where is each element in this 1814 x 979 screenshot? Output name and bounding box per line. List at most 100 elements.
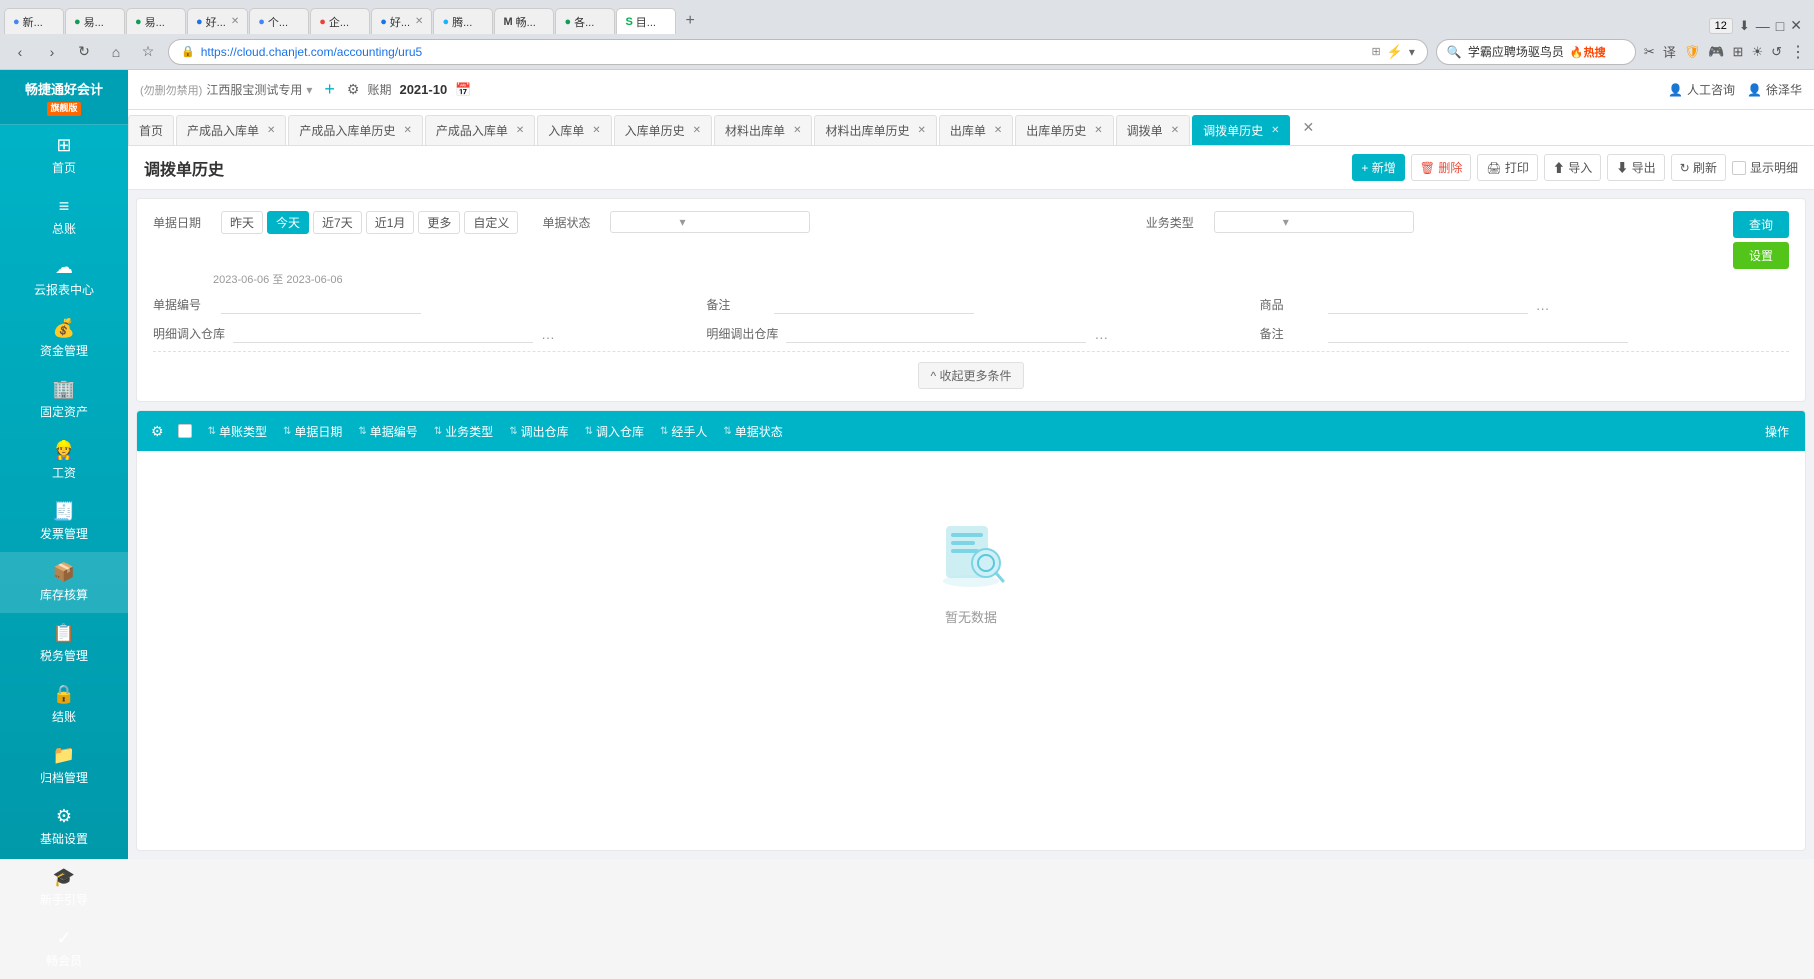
table-settings-icon[interactable]: ⚙: [145, 423, 170, 440]
status-select[interactable]: ▾: [610, 211, 810, 233]
th-type[interactable]: ⇅ 单账类型: [200, 423, 275, 440]
nav-tab-in-close[interactable]: ✕: [592, 125, 600, 136]
export-button[interactable]: ⬇ 导出: [1607, 154, 1664, 181]
user-button[interactable]: 👤 徐泽华: [1747, 81, 1802, 98]
nav-tab-prod-in-close[interactable]: ✕: [267, 125, 275, 136]
sidebar-item-guide[interactable]: 🎓 新手引导: [0, 857, 128, 918]
date-btn-more[interactable]: 更多: [418, 211, 460, 234]
docnum-input[interactable]: [221, 295, 421, 314]
th-date[interactable]: ⇅ 单据日期: [275, 423, 350, 440]
date-btn-custom[interactable]: 自定义: [464, 211, 518, 234]
sidebar-item-member[interactable]: ✓ 畅会员: [0, 918, 128, 979]
back-button[interactable]: ‹: [8, 40, 32, 64]
nav-tab-home[interactable]: 首页: [128, 115, 174, 145]
th-out-warehouse[interactable]: ⇅ 调出仓库: [501, 423, 576, 440]
detail-in-more-icon[interactable]: …: [541, 326, 555, 342]
nav-tab-mat-out-close[interactable]: ✕: [793, 125, 801, 136]
date-btn-yesterday[interactable]: 昨天: [221, 211, 263, 234]
th-status[interactable]: ⇅ 单据状态: [715, 423, 790, 440]
detail-in-input[interactable]: [233, 324, 533, 343]
tab-close-7[interactable]: ✕: [415, 16, 423, 27]
remark2-input[interactable]: [1328, 324, 1628, 343]
nav-tab-mat-out-hist-close[interactable]: ✕: [917, 125, 925, 136]
menu-icon[interactable]: ⋮: [1790, 42, 1806, 62]
nav-tab-mat-out[interactable]: 材料出库单 ✕: [714, 115, 812, 145]
nav-tab-in[interactable]: 入库单 ✕: [537, 115, 611, 145]
query-button[interactable]: 查询: [1733, 211, 1789, 238]
company-select[interactable]: (勿删勿禁用) 江西服宝测试专用 ▾: [140, 81, 312, 98]
browser-tab-7[interactable]: ● 好... ✕: [371, 8, 432, 34]
sidebar-item-assets[interactable]: 🏢 固定资产: [0, 369, 128, 430]
gear-icon[interactable]: ⚙: [347, 81, 360, 98]
sidebar-item-home[interactable]: ⊞ 首页: [0, 125, 128, 186]
sidebar-item-settings[interactable]: ⚙ 基础设置: [0, 796, 128, 857]
nav-tab-out-hist-close[interactable]: ✕: [1094, 125, 1102, 136]
minimize-button[interactable]: —: [1756, 18, 1770, 34]
close-button[interactable]: ✕: [1790, 17, 1802, 34]
tab-close-4[interactable]: ✕: [231, 16, 239, 27]
company-dropdown-icon[interactable]: ▾: [306, 83, 312, 97]
filter-settings-button[interactable]: 设置: [1733, 242, 1789, 269]
nav-tab-prod-in-hist-close[interactable]: ✕: [403, 125, 411, 136]
display-toggle[interactable]: 显示明细: [1732, 159, 1798, 176]
browser-tab-3[interactable]: ● 易...: [126, 8, 186, 34]
browser-tab-8[interactable]: ● 腾...: [433, 8, 493, 34]
delete-button[interactable]: 🗑 删除: [1411, 154, 1472, 181]
biztype-select[interactable]: ▾: [1214, 211, 1414, 233]
browser-tab-5[interactable]: ● 个...: [249, 8, 309, 34]
display-toggle-checkbox[interactable]: [1732, 161, 1746, 175]
sidebar-item-capital[interactable]: 💰 资金管理: [0, 308, 128, 369]
nav-tab-prod-in[interactable]: 产成品入库单 ✕: [176, 115, 286, 145]
th-in-warehouse[interactable]: ⇅ 调入仓库: [577, 423, 652, 440]
nav-tab-prod-in-hist[interactable]: 产成品入库单历史 ✕: [288, 115, 422, 145]
th-biztype[interactable]: ⇅ 业务类型: [426, 423, 501, 440]
new-button[interactable]: + 新增: [1352, 154, 1404, 181]
date-btn-1month[interactable]: 近1月: [366, 211, 415, 234]
import-button[interactable]: ⬆ 导入: [1544, 154, 1601, 181]
home-button[interactable]: ⌂: [104, 40, 128, 64]
goods-input[interactable]: [1328, 295, 1528, 314]
sidebar-item-report[interactable]: ☁ 云报表中心: [0, 247, 128, 308]
nav-tab-mat-out-hist[interactable]: 材料出库单历史 ✕: [814, 115, 936, 145]
detail-out-input[interactable]: [786, 324, 1086, 343]
sidebar-item-invoice[interactable]: 🧾 发票管理: [0, 491, 128, 552]
reload-button[interactable]: ↻: [72, 40, 96, 64]
browser-tab-4[interactable]: ● 好... ✕: [187, 8, 248, 34]
downloads-icon[interactable]: ⬇: [1739, 18, 1750, 34]
service-button[interactable]: 👤 人工咨询: [1668, 81, 1735, 98]
th-num[interactable]: ⇅ 单据编号: [350, 423, 425, 440]
sidebar-item-closing[interactable]: 🔒 结账: [0, 674, 128, 735]
sidebar-item-inventory[interactable]: 📦 库存核算: [0, 552, 128, 613]
collapse-button[interactable]: ^ 收起更多条件: [918, 362, 1025, 389]
new-tab-button[interactable]: +: [677, 8, 702, 34]
nav-tab-transfer-close[interactable]: ✕: [1171, 125, 1179, 136]
maximize-button[interactable]: □: [1776, 18, 1784, 34]
table-select-all[interactable]: [170, 424, 200, 438]
sidebar-item-archive[interactable]: 📁 归档管理: [0, 735, 128, 796]
browser-tab-10[interactable]: ● 各...: [555, 8, 615, 34]
nav-tab-in-hist-close[interactable]: ✕: [693, 125, 701, 136]
th-handler[interactable]: ⇅ 经手人: [652, 423, 715, 440]
sidebar-item-tax[interactable]: 📋 税务管理: [0, 613, 128, 674]
nav-tab-transfer[interactable]: 调拨单 ✕: [1116, 115, 1190, 145]
browser-tab-2[interactable]: ● 易...: [65, 8, 125, 34]
nav-tab-out-close[interactable]: ✕: [994, 125, 1002, 136]
forward-button[interactable]: ›: [40, 40, 64, 64]
nav-tab-in-hist[interactable]: 入库单历史 ✕: [614, 115, 712, 145]
nav-tab-prod-in2[interactable]: 产成品入库单 ✕: [425, 115, 535, 145]
date-btn-today[interactable]: 今天: [267, 211, 309, 234]
address-input[interactable]: 🔒 https://cloud.chanjet.com/accounting/u…: [168, 39, 1428, 65]
nav-tab-out-hist[interactable]: 出库单历史 ✕: [1015, 115, 1113, 145]
sidebar-item-salary[interactable]: 👷 工资: [0, 430, 128, 491]
add-company-button[interactable]: +: [320, 79, 339, 100]
print-button[interactable]: 🖨 打印: [1477, 154, 1538, 181]
nav-tab-out[interactable]: 出库单 ✕: [939, 115, 1013, 145]
bookmark-button[interactable]: ☆: [136, 40, 160, 64]
nav-tab-transfer-hist-close[interactable]: ✕: [1271, 125, 1279, 136]
goods-more-icon[interactable]: …: [1536, 297, 1550, 313]
dropdown-icon[interactable]: ▾: [1409, 45, 1415, 59]
refresh-button[interactable]: ↻ 刷新: [1671, 154, 1726, 181]
nav-tab-prod-in2-close[interactable]: ✕: [516, 125, 524, 136]
remark-input[interactable]: [774, 295, 974, 314]
browser-tab-1[interactable]: ● 新...: [4, 8, 64, 34]
